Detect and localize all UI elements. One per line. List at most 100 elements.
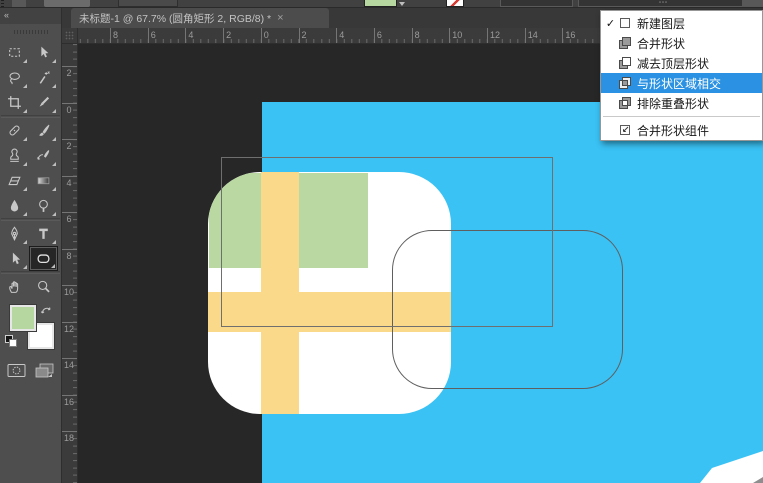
ruler-label: 4 [339, 30, 344, 40]
move-tool[interactable] [29, 40, 58, 65]
foreground-color-swatch[interactable] [10, 305, 36, 331]
pen-tool[interactable] [0, 221, 29, 246]
brush-tool[interactable] [29, 118, 58, 143]
ruler-major-tick [562, 28, 563, 43]
rounded-rectangle-tool[interactable] [29, 246, 58, 271]
collapse-panel-icon[interactable]: « [4, 10, 8, 20]
vertical-ruler[interactable]: 2024681012141618 [62, 44, 78, 483]
tool-preset-dropdown[interactable] [44, 0, 90, 7]
ruler-major-tick [223, 28, 224, 43]
magic-wand-tool[interactable] [29, 65, 58, 90]
drawn-rectangle-path-outline[interactable] [221, 157, 553, 327]
ruler-major-tick [525, 28, 526, 43]
menu-item-label: 与形状区域相交 [637, 75, 721, 92]
ruler-major-tick [62, 395, 77, 396]
flyout-triangle-icon [23, 109, 27, 113]
hand-icon [7, 279, 22, 294]
healing-brush-icon [7, 123, 22, 138]
menu-item-label: 排除重叠形状 [637, 95, 709, 112]
ruler-major-tick [62, 103, 77, 104]
flyout-triangle-icon [23, 187, 27, 191]
stroke-color-swatch[interactable] [446, 0, 464, 7]
stroke-width-field[interactable] [500, 0, 573, 7]
pen-icon [7, 226, 22, 241]
ruler-major-tick [148, 28, 149, 43]
eyedropper-icon [36, 95, 51, 110]
ruler-label: 16 [565, 30, 575, 40]
tab-close-icon[interactable]: × [277, 13, 283, 24]
screen-mode-icon[interactable] [35, 363, 54, 378]
menu-item-intersect-shape-areas[interactable]: 与形状区域相交 [601, 73, 762, 93]
document-tab-title: 未标题-1 @ 67.7% (圆角矩形 2, RGB/8) * [71, 11, 271, 26]
dodge-tool[interactable] [29, 193, 58, 218]
menu-item-label: 新建图层 [637, 15, 685, 32]
eraser-tool[interactable] [0, 168, 29, 193]
ruler-major-tick [62, 212, 77, 213]
healing-brush-tool[interactable] [0, 118, 29, 143]
flyout-triangle-icon [23, 240, 27, 244]
zoom-tool[interactable] [29, 274, 58, 299]
ruler-major-tick [261, 28, 262, 43]
ruler-label: 4 [188, 30, 193, 40]
ruler-label: 10 [452, 30, 462, 40]
menu-item-subtract-front-shape[interactable]: 减去顶层形状 [601, 53, 762, 73]
ruler-major-tick [336, 28, 337, 43]
type-tool[interactable] [29, 221, 58, 246]
rectangular-marquee-icon [7, 45, 22, 60]
eyedropper-tool[interactable] [29, 90, 58, 115]
tools-panel-header[interactable]: « [0, 8, 61, 24]
ruler-label: 14 [64, 361, 74, 369]
ruler-label: 8 [64, 252, 74, 260]
rectangular-marquee-tool[interactable] [0, 40, 29, 65]
tools-panel-grip[interactable] [0, 24, 61, 40]
ruler-label: 6 [64, 215, 74, 223]
ruler-label: 2 [64, 69, 74, 77]
flyout-triangle-icon [52, 162, 56, 166]
history-brush-tool[interactable] [29, 143, 58, 168]
flyout-triangle-icon [52, 59, 56, 63]
clone-stamp-tool[interactable] [0, 143, 29, 168]
flyout-triangle-icon [23, 59, 27, 63]
fill-color-swatch[interactable] [364, 0, 397, 7]
ruler-label: 2 [64, 142, 74, 150]
ruler-label: 18 [64, 434, 74, 442]
ruler-major-tick [449, 28, 450, 43]
default-colors-icon[interactable] [5, 335, 17, 347]
options-bar: ⋯ [0, 0, 763, 8]
flyout-triangle-icon [52, 84, 56, 88]
check-icon: ✓ [604, 17, 617, 30]
zoom-icon [36, 279, 51, 294]
tools-panel: « [0, 8, 62, 483]
flyout-triangle-icon [52, 240, 56, 244]
ruler-origin-box[interactable] [62, 28, 78, 44]
swap-colors-icon[interactable] [40, 303, 54, 316]
quick-mask-mode-icon[interactable] [7, 363, 26, 378]
flyout-triangle-icon [23, 265, 27, 269]
merge-shape-components-icon [618, 123, 632, 137]
ruler-label: 0 [264, 30, 269, 40]
rounded-rectangle-icon [36, 251, 51, 266]
crop-tool[interactable] [0, 90, 29, 115]
gradient-tool[interactable] [29, 168, 58, 193]
ruler-label: 6 [151, 30, 156, 40]
fill-dropdown-arrow-icon[interactable] [399, 2, 405, 6]
ruler-label: 12 [490, 30, 500, 40]
menu-item-exclude-overlapping-shapes[interactable]: 排除重叠形状 [601, 93, 762, 113]
path-selection-tool[interactable] [0, 246, 29, 271]
options-extra-control[interactable] [742, 0, 763, 7]
shape-mode-dropdown[interactable] [118, 0, 178, 7]
hand-tool[interactable] [0, 274, 29, 299]
menu-item-label: 合并形状组件 [637, 122, 709, 139]
menu-item-new-layer[interactable]: ✓ 新建图层 [601, 13, 762, 33]
stroke-options-field[interactable]: ⋯ [578, 0, 748, 7]
combine-shapes-icon [618, 36, 632, 50]
ruler-major-tick [185, 28, 186, 43]
lasso-tool[interactable] [0, 65, 29, 90]
flyout-triangle-icon [23, 84, 27, 88]
menu-item-combine-shapes[interactable]: 合并形状 [601, 33, 762, 53]
menu-item-merge-shape-components[interactable]: 合并形状组件 [601, 120, 762, 140]
ruler-label: 16 [64, 398, 74, 406]
tool-icon-button[interactable] [12, 0, 26, 7]
document-tab[interactable]: 未标题-1 @ 67.7% (圆角矩形 2, RGB/8) * × [71, 8, 329, 28]
blur-tool[interactable] [0, 193, 29, 218]
